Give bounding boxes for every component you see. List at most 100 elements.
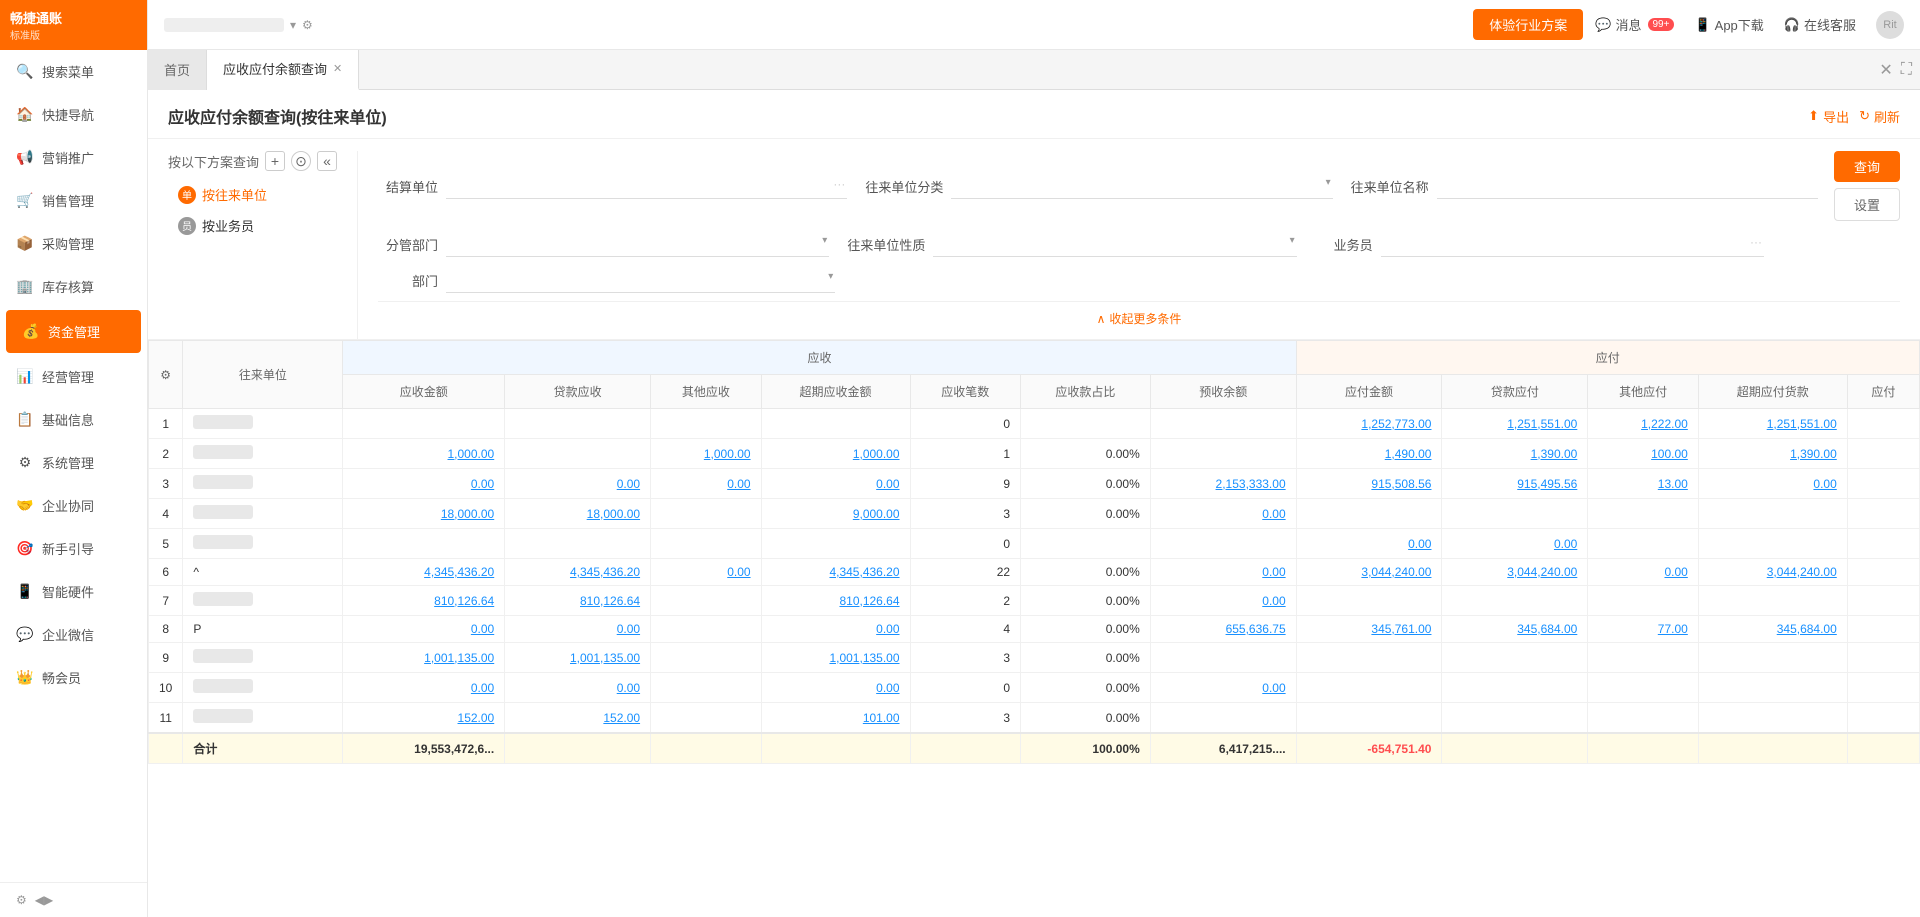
cell-link[interactable]: 810,126.64	[434, 594, 494, 608]
cell-link[interactable]: 0.00	[1813, 477, 1836, 491]
cell-link[interactable]: 152.00	[458, 711, 495, 725]
settings-button[interactable]: 设置	[1834, 188, 1900, 221]
refresh-btn[interactable]: ↻ 刷新	[1859, 107, 1900, 126]
chevron-down-icon[interactable]: ▾	[290, 18, 296, 32]
gear-icon[interactable]: ⚙	[302, 18, 313, 32]
scheme-settings-btn[interactable]: ⊙	[291, 151, 311, 171]
partner-nature-input[interactable]: ▾	[933, 231, 1296, 257]
cell-link[interactable]: 0.00	[1262, 565, 1285, 579]
cell-link[interactable]: 0.00	[1408, 537, 1431, 551]
cell-link[interactable]: 0.00	[727, 477, 750, 491]
tab-home[interactable]: 首页	[148, 50, 207, 90]
cell-link[interactable]: 0.00	[1262, 594, 1285, 608]
cell-link[interactable]: 77.00	[1658, 622, 1688, 636]
cell-link[interactable]: 1,001,135.00	[829, 651, 899, 665]
sidebar-item-finance[interactable]: 💰 资金管理	[6, 310, 141, 353]
tab-query[interactable]: 应收应付余额查询 ✕	[207, 50, 359, 90]
add-scheme-btn[interactable]: +	[265, 151, 285, 171]
cell-link[interactable]: 655,636.75	[1226, 622, 1286, 636]
cell-link[interactable]: 152.00	[603, 711, 640, 725]
table-config-icon[interactable]: ⚙	[160, 368, 171, 382]
sidebar-item-hardware[interactable]: 📱 智能硬件	[0, 570, 147, 613]
cell-link[interactable]: 3,044,240.00	[1507, 565, 1577, 579]
cell-link[interactable]: 0.00	[471, 622, 494, 636]
cell-link[interactable]: 345,684.00	[1517, 622, 1577, 636]
cell-link[interactable]: 0.00	[727, 565, 750, 579]
sidebar-item-cooperation[interactable]: 🤝 企业协同	[0, 484, 147, 527]
query-button[interactable]: 查询	[1834, 151, 1900, 182]
cell-link[interactable]: 1,390.00	[1790, 447, 1837, 461]
cell-link[interactable]: 100.00	[1651, 447, 1688, 461]
cell-link[interactable]: 1,490.00	[1385, 447, 1432, 461]
sidebar-item-search[interactable]: 🔍 搜索菜单	[0, 50, 147, 93]
cell-link[interactable]: 0.00	[471, 477, 494, 491]
sidebar-item-system[interactable]: ⚙ 系统管理	[0, 441, 147, 484]
cell-link[interactable]: 1,251,551.00	[1507, 417, 1577, 431]
cell-link[interactable]: 915,508.56	[1371, 477, 1431, 491]
cell-link[interactable]: 0.00	[471, 681, 494, 695]
cell-link[interactable]: 13.00	[1658, 477, 1688, 491]
cell-link[interactable]: 3,044,240.00	[1767, 565, 1837, 579]
cell-link[interactable]: 915,495.56	[1517, 477, 1577, 491]
cell-link[interactable]: 4,345,436.20	[570, 565, 640, 579]
cell-link[interactable]: 1,251,551.00	[1767, 417, 1837, 431]
cell-link[interactable]: 810,126.64	[580, 594, 640, 608]
cell-link[interactable]: 18,000.00	[587, 507, 640, 521]
cell-link[interactable]: 0.00	[617, 681, 640, 695]
sidebar-item-sales[interactable]: 🛒 销售管理	[0, 179, 147, 222]
sidebar-item-nav[interactable]: 🏠 快捷导航	[0, 93, 147, 136]
cell-link[interactable]: 1,000.00	[448, 447, 495, 461]
cell-link[interactable]: 345,684.00	[1777, 622, 1837, 636]
cell-link[interactable]: 18,000.00	[441, 507, 494, 521]
sidebar-bottom[interactable]: ⚙ ◀▶	[0, 882, 147, 917]
online-service-action[interactable]: 🎧 在线客服	[1784, 15, 1856, 34]
salesman-input[interactable]: ···	[1381, 231, 1764, 257]
scheme-by-partner[interactable]: 单 按往来单位	[168, 179, 347, 210]
scheme-by-salesman[interactable]: 员 按业务员	[168, 210, 347, 241]
partner-category-input[interactable]: ▾	[951, 173, 1332, 199]
cell-link[interactable]: 2,153,333.00	[1216, 477, 1286, 491]
collapse-btn[interactable]: ∧ 收起更多条件	[378, 301, 1900, 327]
app-download-action[interactable]: 📱 App下载	[1694, 15, 1763, 34]
cell-link[interactable]: 345,761.00	[1371, 622, 1431, 636]
maximize-icon[interactable]: ⛶	[1901, 61, 1912, 79]
sidebar-item-marketing[interactable]: 📢 营销推广	[0, 136, 147, 179]
cell-link[interactable]: 9,000.00	[853, 507, 900, 521]
sidebar-item-inventory[interactable]: 🏢 库存核算	[0, 265, 147, 308]
cell-link[interactable]: 0.00	[1262, 507, 1285, 521]
cell-link[interactable]: 1,252,773.00	[1361, 417, 1431, 431]
cell-link[interactable]: 0.00	[1262, 681, 1285, 695]
cell-link[interactable]: 0.00	[1554, 537, 1577, 551]
close-window-icon[interactable]: ✕	[1879, 60, 1892, 80]
sidebar-item-basic-info[interactable]: 📋 基础信息	[0, 398, 147, 441]
cell-link[interactable]: 1,000.00	[853, 447, 900, 461]
cell-link[interactable]: 0.00	[876, 477, 899, 491]
tab-close-icon[interactable]: ✕	[333, 62, 342, 75]
avatar[interactable]: Rit	[1876, 11, 1904, 39]
export-btn[interactable]: ⬆ 导出	[1808, 107, 1849, 126]
cell-link[interactable]: 0.00	[876, 681, 899, 695]
sidebar-item-management[interactable]: 📊 经营管理	[0, 355, 147, 398]
department-input[interactable]: ▾	[446, 231, 829, 257]
cell-link[interactable]: 1,000.00	[704, 447, 751, 461]
cell-link[interactable]: 0.00	[1664, 565, 1687, 579]
cell-link[interactable]: 1,001,135.00	[570, 651, 640, 665]
cell-link[interactable]: 4,345,436.20	[424, 565, 494, 579]
cell-link[interactable]: 4,345,436.20	[829, 565, 899, 579]
sidebar-item-purchase[interactable]: 📦 采购管理	[0, 222, 147, 265]
scheme-btn[interactable]: 体验行业方案	[1473, 9, 1583, 40]
cell-link[interactable]: 0.00	[876, 622, 899, 636]
cell-link[interactable]: 0.00	[617, 622, 640, 636]
scheme-more-btn[interactable]: «	[317, 151, 337, 171]
dept-input[interactable]: ▾	[446, 267, 835, 293]
cell-link[interactable]: 1,390.00	[1531, 447, 1578, 461]
partner-name-input[interactable]	[1437, 173, 1818, 199]
cell-link[interactable]: 3,044,240.00	[1361, 565, 1431, 579]
cell-link[interactable]: 101.00	[863, 711, 900, 725]
settlement-unit-input[interactable]: ···	[446, 173, 847, 199]
cell-link[interactable]: 810,126.64	[839, 594, 899, 608]
cell-link[interactable]: 0.00	[617, 477, 640, 491]
sidebar-item-guide[interactable]: 🎯 新手引导	[0, 527, 147, 570]
sidebar-item-member[interactable]: 👑 畅会员	[0, 656, 147, 699]
message-action[interactable]: 💬 消息 99+	[1595, 15, 1674, 34]
